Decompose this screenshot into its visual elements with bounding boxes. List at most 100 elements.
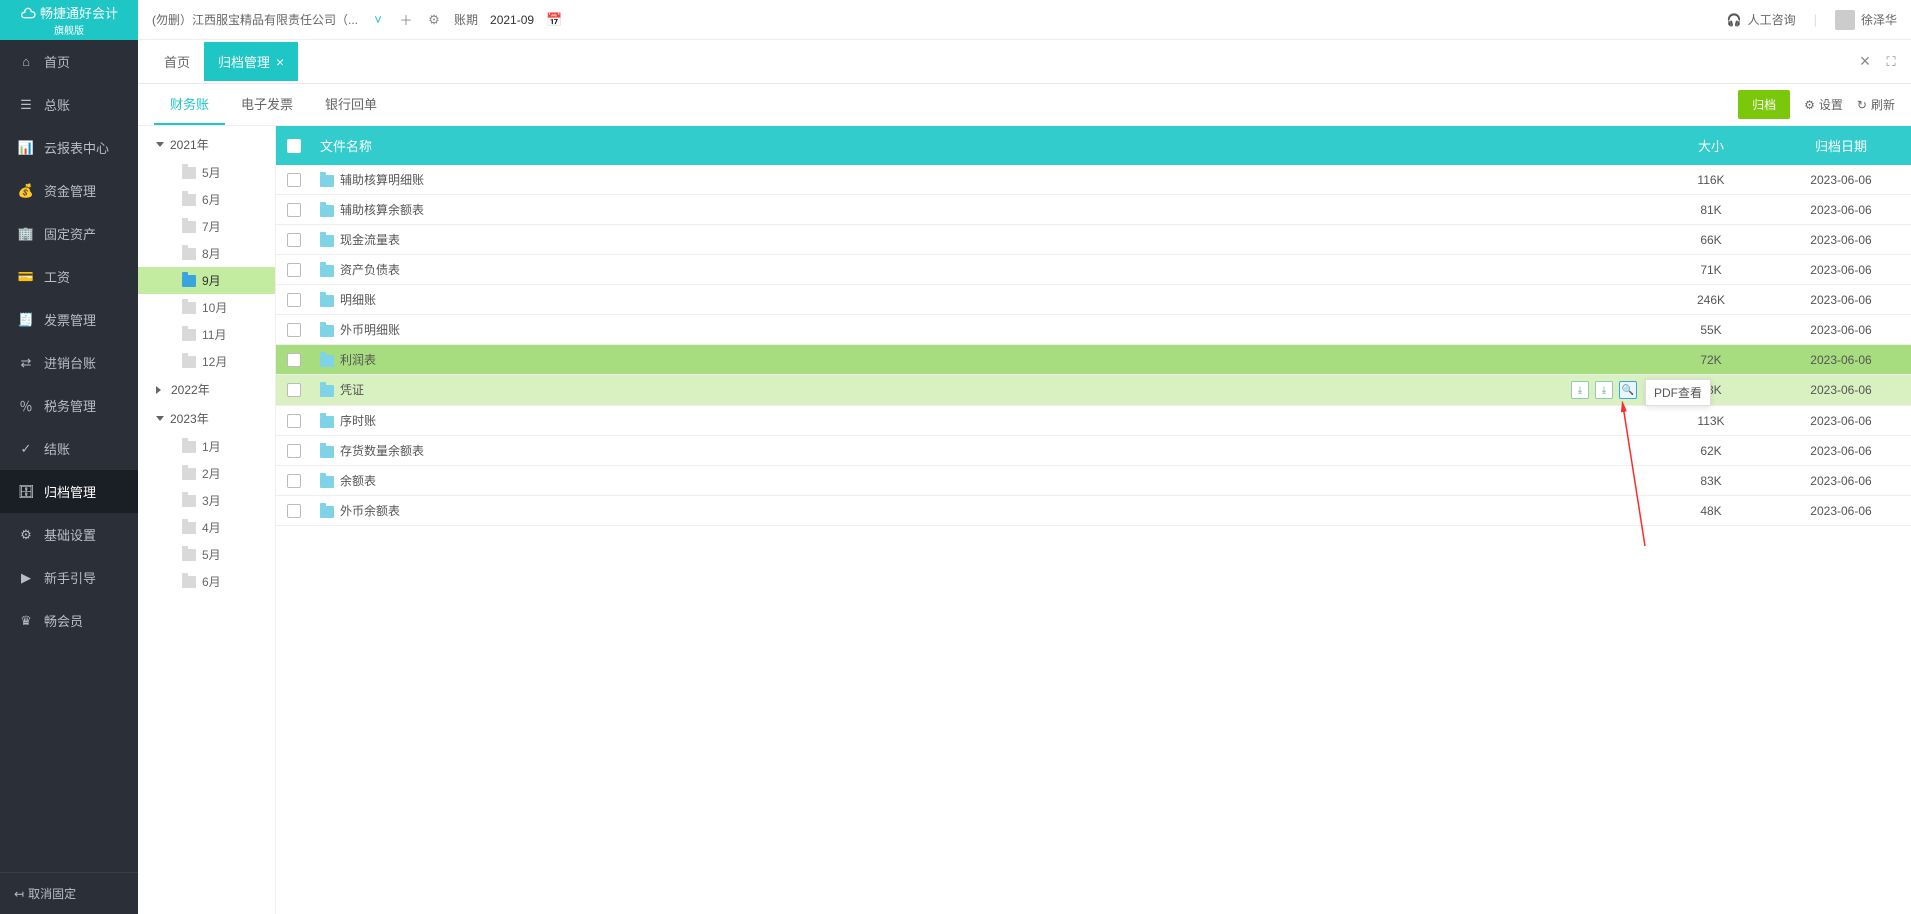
row-checkbox[interactable] (287, 444, 301, 458)
select-all-checkbox[interactable] (287, 139, 301, 153)
cloud-icon (20, 5, 36, 21)
archive-button[interactable]: 归档 (1738, 90, 1790, 119)
tree-month-2021-08[interactable]: 8月 (138, 240, 275, 267)
download-excel-icon[interactable]: ⤓ (1571, 381, 1589, 399)
row-checkbox[interactable] (287, 203, 301, 217)
tree-month-2023-04[interactable]: 4月 (138, 514, 275, 541)
nav-close[interactable]: ✓结账 (0, 427, 138, 470)
file-date: 2023-06-06 (1771, 285, 1911, 315)
tree-month-2023-05[interactable]: 5月 (138, 541, 275, 568)
file-size: 72K (1651, 345, 1771, 375)
settings-link[interactable]: ⚙设置 (1804, 96, 1843, 113)
nav-archive[interactable]: 🗄归档管理 (0, 470, 138, 513)
tree-month-2021-11[interactable]: 11月 (138, 321, 275, 348)
topbar: (勿删）江西服宝精品有限责任公司（... ˅ ＋ ⚙ 账期 2021-09 📅 … (138, 0, 1911, 40)
row-checkbox[interactable] (287, 293, 301, 307)
file-date: 2023-06-06 (1771, 195, 1911, 225)
row-checkbox[interactable] (287, 173, 301, 187)
row-checkbox[interactable] (287, 323, 301, 337)
file-date: 2023-06-06 (1771, 375, 1911, 406)
refresh-link[interactable]: ↻刷新 (1857, 96, 1895, 113)
folder-icon (320, 295, 334, 307)
file-date: 2023-06-06 (1771, 315, 1911, 345)
nav-tax[interactable]: ％税务管理 (0, 384, 138, 427)
folder-icon (320, 416, 334, 428)
col-name: 文件名称 (312, 126, 1651, 165)
period-value[interactable]: 2021-09 (490, 13, 534, 27)
nav-guide[interactable]: ▶新手引导 (0, 556, 138, 599)
chart-icon: 📊 (18, 140, 34, 156)
table-row[interactable]: 利润表72K2023-06-06 (276, 345, 1911, 375)
file-name: 凭证 (340, 383, 364, 397)
row-checkbox[interactable] (287, 233, 301, 247)
table-row[interactable]: 明细账246K2023-06-06 (276, 285, 1911, 315)
table-row[interactable]: 余额表83K2023-06-06 (276, 466, 1911, 496)
inout-icon: ⇄ (18, 355, 34, 371)
home-icon: ⌂ (18, 54, 34, 70)
row-checkbox[interactable] (287, 504, 301, 518)
file-name: 辅助核算余额表 (340, 203, 424, 217)
tree-year-2021[interactable]: 2021年 (138, 130, 275, 159)
tab-archive[interactable]: 归档管理 × (204, 42, 298, 81)
table-row[interactable]: 辅助核算余额表81K2023-06-06 (276, 195, 1911, 225)
file-size: 83K (1651, 466, 1771, 496)
nav-member[interactable]: ♛畅会员 (0, 599, 138, 642)
calendar-icon[interactable]: 📅 (546, 12, 562, 28)
tree-month-2021-10[interactable]: 10月 (138, 294, 275, 321)
tree-month-2021-05[interactable]: 5月 (138, 159, 275, 186)
chevron-down-icon[interactable]: ˅ (370, 12, 386, 28)
nav-fund[interactable]: 💰资金管理 (0, 169, 138, 212)
fund-icon: 💰 (18, 183, 34, 199)
consult-link[interactable]: 🎧 人工咨询 (1727, 11, 1796, 28)
row-checkbox[interactable] (287, 414, 301, 428)
sidebar-unpin[interactable]: ↤ 取消固定 (0, 872, 138, 914)
nav-salary[interactable]: 💳工资 (0, 255, 138, 298)
tree-month-2021-06[interactable]: 6月 (138, 186, 275, 213)
table-row[interactable]: 序时账113K2023-06-06 (276, 406, 1911, 436)
nav-inout[interactable]: ⇄进销台账 (0, 341, 138, 384)
nav-asset[interactable]: 🏢固定资产 (0, 212, 138, 255)
nav-ledger[interactable]: ☰总账 (0, 83, 138, 126)
plus-icon[interactable]: ＋ (398, 12, 414, 28)
fullscreen-icon[interactable]: ⛶ (1883, 54, 1899, 70)
subtab-einvoice[interactable]: 电子发票 (225, 84, 309, 125)
download-pdf-icon[interactable]: ⤓ (1595, 381, 1613, 399)
tree-month-2021-12[interactable]: 12月 (138, 348, 275, 375)
tree-month-2021-07[interactable]: 7月 (138, 213, 275, 240)
nav-home[interactable]: ⌂首页 (0, 40, 138, 83)
table-row[interactable]: 资产负债表71K2023-06-06 (276, 255, 1911, 285)
table-row[interactable]: 外币余额表48K2023-06-06 (276, 496, 1911, 526)
close-panel-icon[interactable]: × (1857, 54, 1873, 70)
tree-year-2023[interactable]: 2023年 (138, 404, 275, 433)
nav-invoice[interactable]: 🧾发票管理 (0, 298, 138, 341)
row-checkbox[interactable] (287, 383, 301, 397)
table-row[interactable]: 外币明细账55K2023-06-06 (276, 315, 1911, 345)
tree-month-2023-02[interactable]: 2月 (138, 460, 275, 487)
tree-month-2023-06[interactable]: 6月 (138, 568, 275, 595)
ledger-icon: ☰ (18, 97, 34, 113)
table-row[interactable]: 存货数量余额表62K2023-06-06 (276, 436, 1911, 466)
subtab-finance[interactable]: 财务账 (154, 84, 225, 125)
row-checkbox[interactable] (287, 474, 301, 488)
tree-month-2021-09[interactable]: 9月 (138, 267, 275, 294)
file-name: 利润表 (340, 353, 376, 367)
tree-month-2023-01[interactable]: 1月 (138, 433, 275, 460)
pdf-view-icon[interactable]: 🔍 (1619, 381, 1637, 399)
nav-report[interactable]: 📊云报表中心 (0, 126, 138, 169)
row-checkbox[interactable] (287, 353, 301, 367)
tab-home[interactable]: 首页 (150, 42, 204, 81)
period-label: 账期 (454, 11, 478, 28)
tree-year-2022[interactable]: 2022年 (138, 375, 275, 404)
row-checkbox[interactable] (287, 263, 301, 277)
member-icon: ♛ (18, 613, 34, 629)
table-row[interactable]: 辅助核算明细账116K2023-06-06 (276, 165, 1911, 195)
tree-month-2023-03[interactable]: 3月 (138, 487, 275, 514)
file-date: 2023-06-06 (1771, 496, 1911, 526)
tab-close-icon[interactable]: × (276, 54, 284, 70)
table-row[interactable]: 现金流量表66K2023-06-06 (276, 225, 1911, 255)
company-selector[interactable]: (勿删）江西服宝精品有限责任公司（... (152, 11, 358, 28)
nav-base[interactable]: ⚙基础设置 (0, 513, 138, 556)
user-menu[interactable]: 徐泽华 (1835, 10, 1897, 30)
subtab-bank[interactable]: 银行回单 (309, 84, 393, 125)
gear-icon[interactable]: ⚙ (426, 12, 442, 28)
